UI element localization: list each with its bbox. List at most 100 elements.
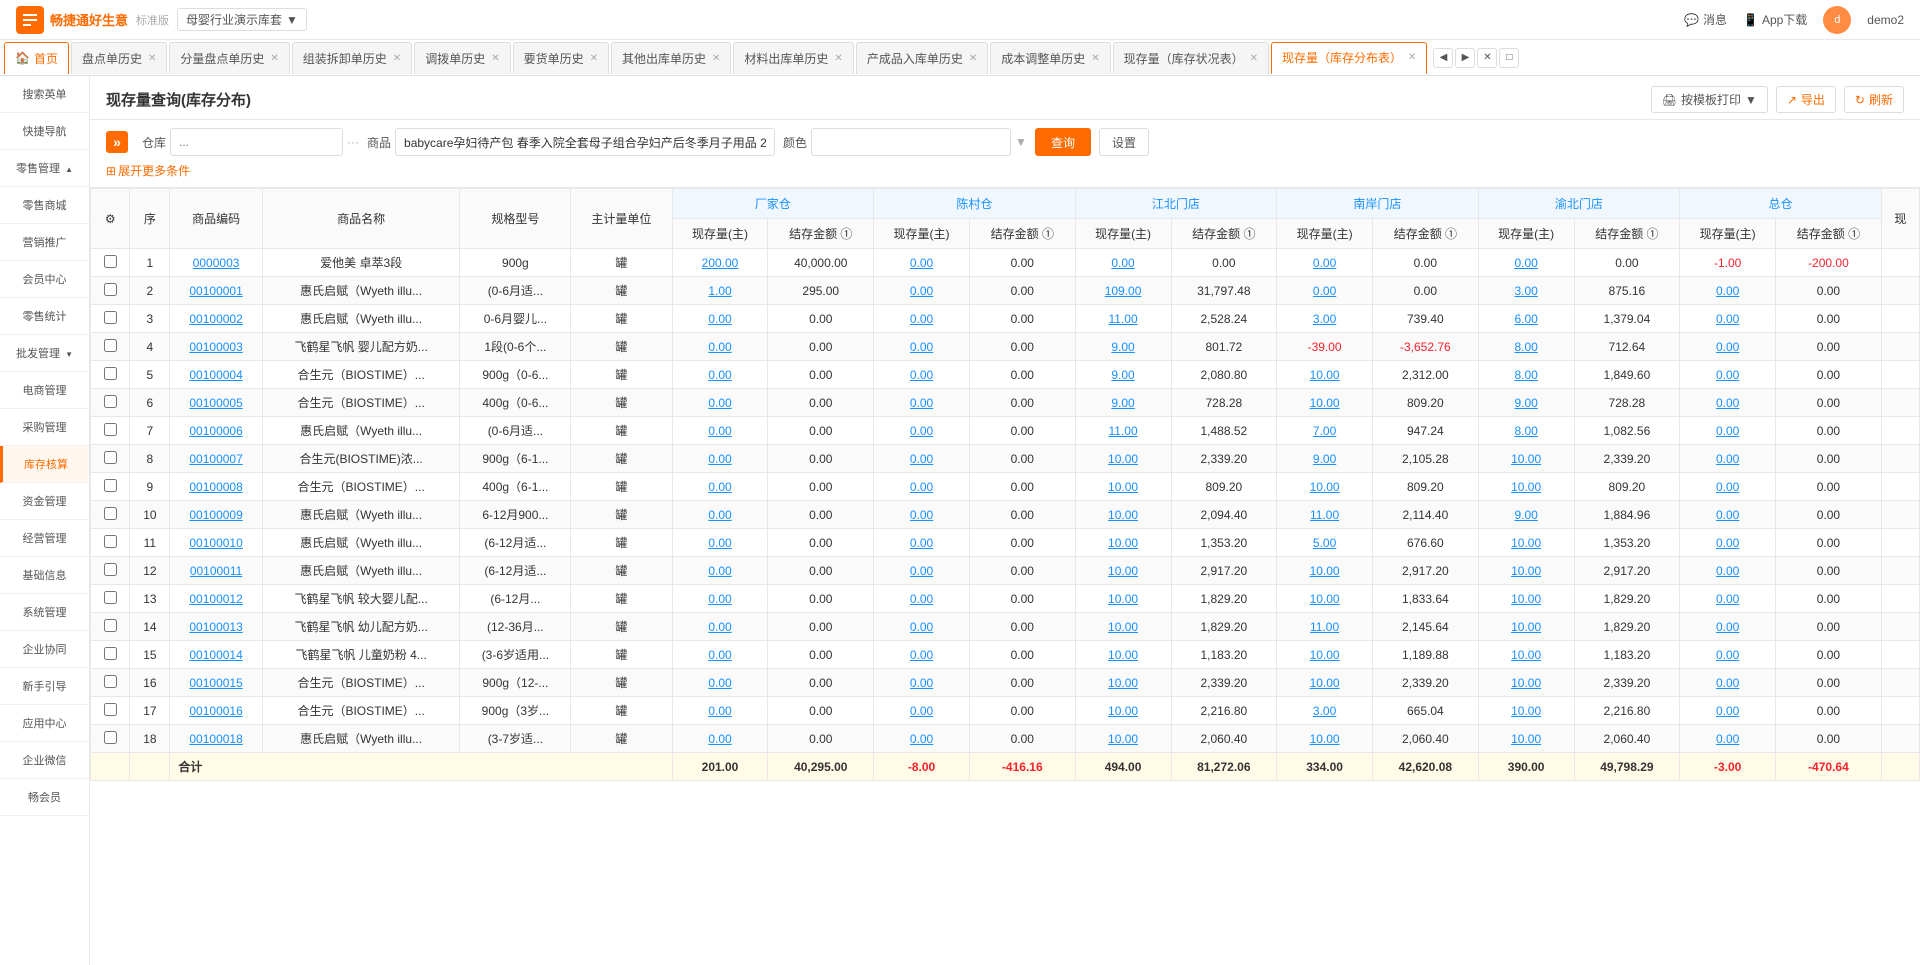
- row-select[interactable]: [104, 507, 117, 520]
- sidebar-item-enterprise-wechat[interactable]: 企业微信: [0, 742, 89, 779]
- btn-export[interactable]: ↗ 导出: [1776, 86, 1836, 113]
- tab-close-assemble[interactable]: ✕: [393, 53, 401, 64]
- row-select[interactable]: [104, 535, 117, 548]
- goods-input[interactable]: [395, 128, 775, 156]
- sidebar-item-member[interactable]: 会员中心: [0, 261, 89, 298]
- col-settings[interactable]: ⚙: [91, 189, 130, 249]
- sidebar-item-operations[interactable]: 经营管理: [0, 520, 89, 557]
- tab-close-stock-distribution[interactable]: ✕: [1408, 52, 1416, 63]
- sidebar-item-new-guide[interactable]: 新手引导: [0, 668, 89, 705]
- tab-close-cost-adjust[interactable]: ✕: [1091, 53, 1099, 64]
- row-checkbox[interactable]: [91, 361, 130, 389]
- nav-prev-btn[interactable]: ◀: [1433, 48, 1453, 68]
- sidebar-item-inventory[interactable]: 库存核算: [0, 446, 89, 483]
- btn-query[interactable]: 查询: [1035, 128, 1091, 156]
- row-select[interactable]: [104, 339, 117, 352]
- tab-stock-distribution[interactable]: 现存量（库存分布表） ✕: [1271, 42, 1427, 74]
- row-select[interactable]: [104, 619, 117, 632]
- sidebar-item-basic-info[interactable]: 基础信息: [0, 557, 89, 594]
- user-avatar[interactable]: d: [1823, 6, 1851, 34]
- row-checkbox[interactable]: [91, 389, 130, 417]
- tab-close-transfer[interactable]: ✕: [491, 53, 499, 64]
- row-select[interactable]: [104, 563, 117, 576]
- sidebar-item-sys-mgmt[interactable]: 系统管理: [0, 594, 89, 631]
- sidebar-item-ecommerce[interactable]: 电商管理: [0, 372, 89, 409]
- row-select[interactable]: [104, 647, 117, 660]
- tab-close-material-outbound[interactable]: ✕: [834, 53, 842, 64]
- btn-settings[interactable]: 设置: [1099, 128, 1149, 156]
- row-select[interactable]: [104, 283, 117, 296]
- nav-close-all-btn[interactable]: □: [1499, 48, 1519, 68]
- row-checkbox[interactable]: [91, 557, 130, 585]
- sidebar-item-quick-nav[interactable]: 快捷导航: [0, 113, 89, 150]
- filter-toggle-btn[interactable]: »: [106, 131, 128, 153]
- tab-quantity-check[interactable]: 分量盘点单历史 ✕: [169, 42, 289, 74]
- row-select[interactable]: [104, 703, 117, 716]
- tab-stock-status[interactable]: 现存量（库存状况表） ✕: [1113, 42, 1269, 74]
- tab-close-product-inbound[interactable]: ✕: [969, 53, 977, 64]
- row-checkbox[interactable]: [91, 501, 130, 529]
- row-checkbox[interactable]: [91, 249, 130, 277]
- row-checkbox[interactable]: [91, 417, 130, 445]
- app-download-btn[interactable]: 📱 App下载: [1743, 11, 1807, 28]
- sidebar-item-marketing[interactable]: 营销推广: [0, 224, 89, 261]
- tab-close-demand[interactable]: ✕: [590, 53, 598, 64]
- tab-inventory-check[interactable]: 盘点单历史 ✕: [71, 42, 167, 74]
- row-select[interactable]: [104, 255, 117, 268]
- row-select[interactable]: [104, 675, 117, 688]
- tab-close-quantity-check[interactable]: ✕: [270, 53, 278, 64]
- tab-transfer[interactable]: 调拨单历史 ✕: [414, 42, 510, 74]
- tab-product-inbound[interactable]: 产成品入库单历史 ✕: [856, 42, 988, 74]
- sidebar-item-wholesale[interactable]: 批发管理 ▼: [0, 335, 89, 372]
- row-checkbox[interactable]: [91, 613, 130, 641]
- btn-print[interactable]: 🖨 按模板打印 ▼: [1651, 86, 1768, 113]
- tab-other-outbound[interactable]: 其他出库单历史 ✕: [611, 42, 731, 74]
- company-selector[interactable]: 母婴行业演示库套 ▼: [177, 8, 307, 31]
- tab-demand[interactable]: 要货单历史 ✕: [513, 42, 609, 74]
- tab-cost-adjust[interactable]: 成本调整单历史 ✕: [990, 42, 1110, 74]
- row-checkbox[interactable]: [91, 725, 130, 753]
- tab-material-outbound[interactable]: 材料出库单历史 ✕: [733, 42, 853, 74]
- sidebar-item-enterprise-collab[interactable]: 企业协同: [0, 631, 89, 668]
- sidebar-item-search-hero[interactable]: 搜索英单: [0, 76, 89, 113]
- tab-close-stock-status[interactable]: ✕: [1250, 53, 1258, 64]
- btn-refresh[interactable]: ↻ 刷新: [1844, 86, 1904, 113]
- row-select[interactable]: [104, 311, 117, 324]
- warehouse-dots-btn[interactable]: ···: [347, 135, 359, 149]
- row-checkbox[interactable]: [91, 697, 130, 725]
- row-select[interactable]: [104, 591, 117, 604]
- sidebar-item-member2[interactable]: 畅会员: [0, 779, 89, 816]
- row-checkbox[interactable]: [91, 585, 130, 613]
- sidebar-item-purchase[interactable]: 采购管理: [0, 409, 89, 446]
- sidebar-item-finance[interactable]: 资金管理: [0, 483, 89, 520]
- row-checkbox[interactable]: [91, 669, 130, 697]
- row-select[interactable]: [104, 395, 117, 408]
- nav-expand-btn[interactable]: ✕: [1477, 48, 1497, 68]
- nav-next-btn[interactable]: ▶: [1455, 48, 1475, 68]
- message-btn[interactable]: 💬 消息: [1684, 11, 1727, 28]
- row-select[interactable]: [104, 451, 117, 464]
- row-checkbox[interactable]: [91, 473, 130, 501]
- row-checkbox[interactable]: [91, 641, 130, 669]
- expand-conditions-btn[interactable]: ⊞ 展开更多条件: [106, 162, 1904, 179]
- tab-home[interactable]: 🏠 首页: [4, 42, 69, 74]
- color-input[interactable]: [811, 128, 1011, 156]
- sidebar-item-retail-mgmt[interactable]: 零售管理 ▲: [0, 150, 89, 187]
- tab-assemble[interactable]: 组装拆卸单历史 ✕: [292, 42, 412, 74]
- row-select[interactable]: [104, 423, 117, 436]
- sidebar-item-app-center[interactable]: 应用中心: [0, 705, 89, 742]
- tab-close-other-outbound[interactable]: ✕: [712, 53, 720, 64]
- row-checkbox[interactable]: [91, 529, 130, 557]
- row-checkbox[interactable]: [91, 305, 130, 333]
- row-select[interactable]: [104, 731, 117, 744]
- tab-close-inventory-check[interactable]: ✕: [148, 53, 156, 64]
- sidebar-item-retail-stats[interactable]: 零售统计: [0, 298, 89, 335]
- table-container[interactable]: ⚙ 序 商品编码 商品名称 规格型号 主计量单位 厂家仓 陈村仓 江北门店 南岸…: [90, 188, 1920, 965]
- row-select[interactable]: [104, 367, 117, 380]
- row-select[interactable]: [104, 479, 117, 492]
- row-checkbox[interactable]: [91, 333, 130, 361]
- sidebar-item-retail-shop[interactable]: 零售商城: [0, 187, 89, 224]
- warehouse-input[interactable]: [170, 128, 343, 156]
- row-checkbox[interactable]: [91, 445, 130, 473]
- row-checkbox[interactable]: [91, 277, 130, 305]
